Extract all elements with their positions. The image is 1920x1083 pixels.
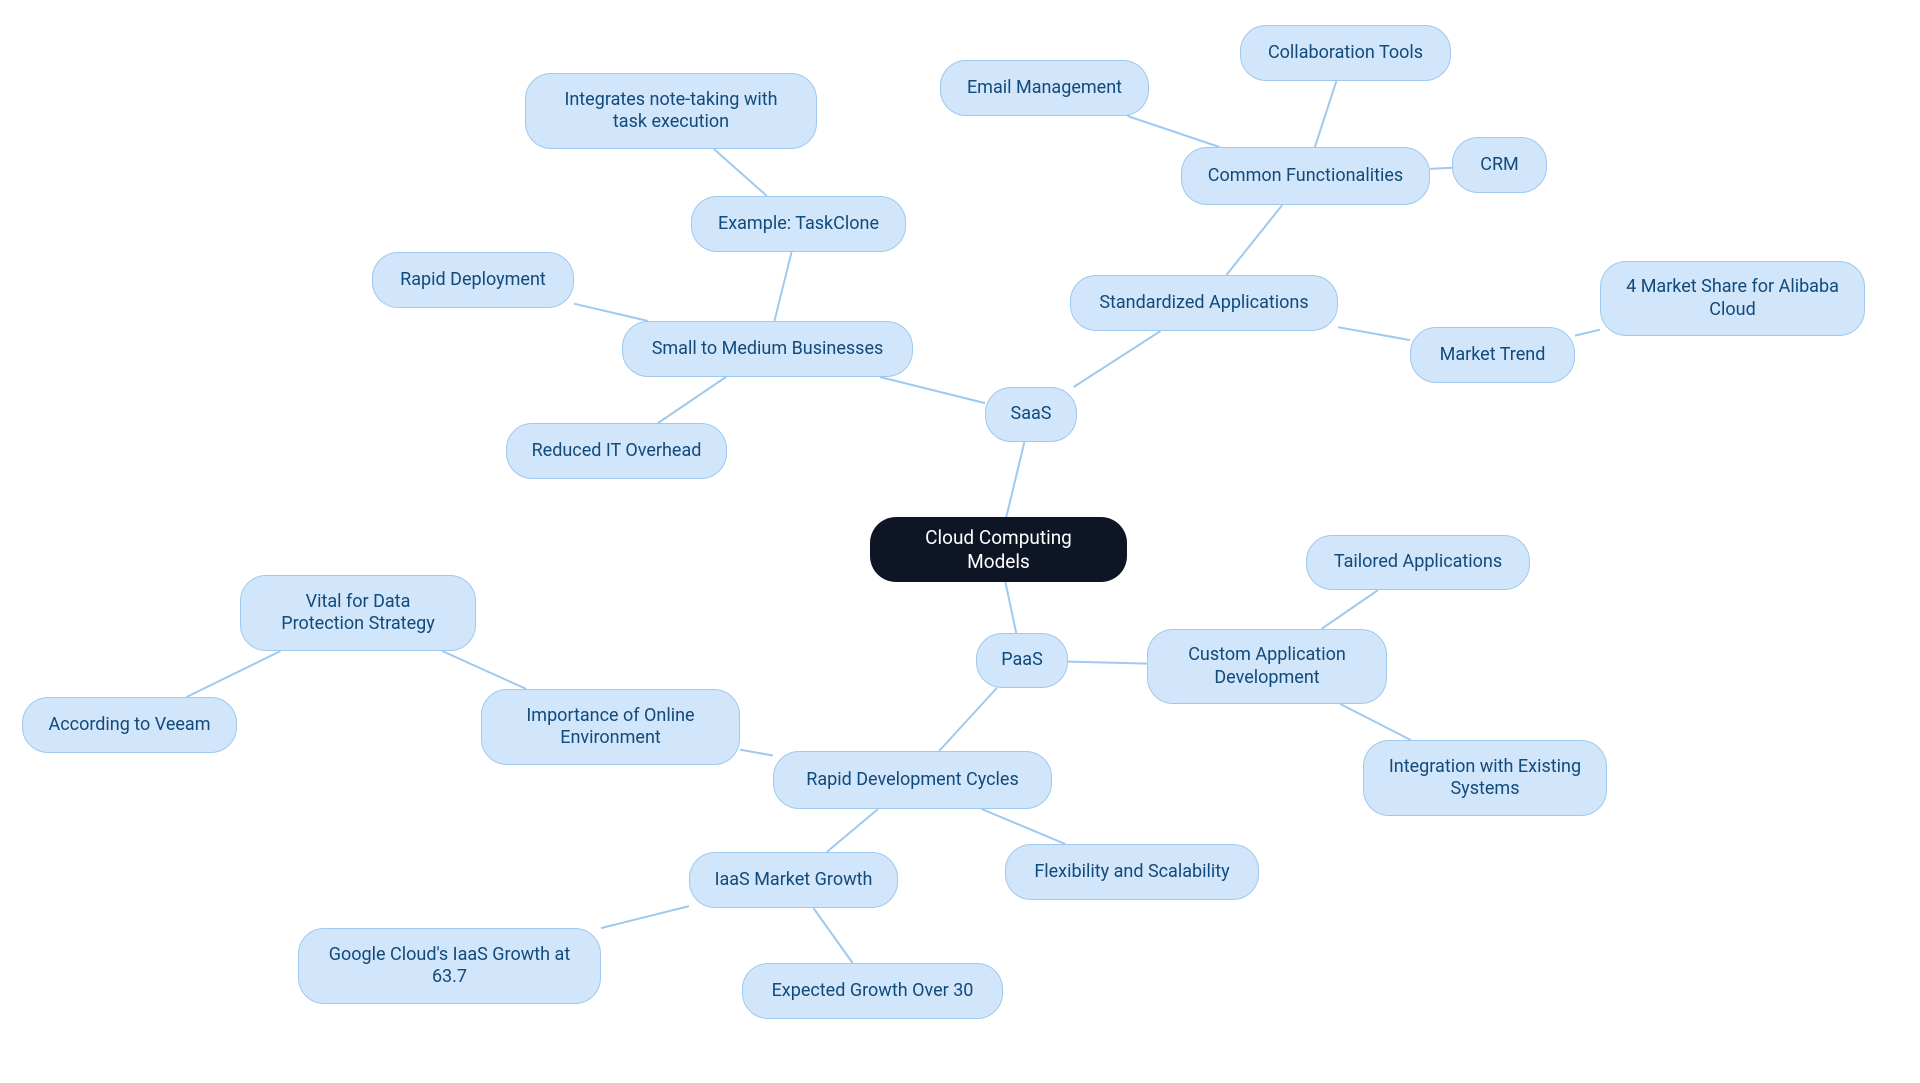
edge-commonfn-email xyxy=(1128,116,1220,147)
node-common-functionalities[interactable]: Common Functionalities xyxy=(1181,147,1430,205)
node-email-management[interactable]: Email Management xyxy=(940,60,1149,116)
edge-smb-taskclone xyxy=(774,252,791,321)
edge-iaasgrowth-gcp637 xyxy=(601,906,689,928)
edge-smb-rapiddeploy xyxy=(574,304,648,321)
edge-commonfn-collab xyxy=(1315,81,1337,147)
edge-rapidcycles-flexscale xyxy=(982,809,1065,844)
node-expected-growth-over-30[interactable]: Expected Growth Over 30 xyxy=(742,963,1003,1019)
node-saas[interactable]: SaaS xyxy=(985,387,1077,442)
node-rapid-deployment[interactable]: Rapid Deployment xyxy=(372,252,574,308)
edge-customdev-integration xyxy=(1340,704,1410,740)
edge-onlineenv-vitalprot xyxy=(442,651,526,689)
edge-paas-customdev xyxy=(1068,662,1147,664)
edge-rapidcycles-iaasgrowth xyxy=(827,809,878,852)
node-paas[interactable]: PaaS xyxy=(976,633,1068,688)
node-alibaba-share[interactable]: 4 Market Share for Alibaba Cloud xyxy=(1600,261,1865,336)
edge-root-paas xyxy=(1005,582,1016,633)
node-importance-online-environment[interactable]: Importance of Online Environment xyxy=(481,689,740,765)
node-market-trend[interactable]: Market Trend xyxy=(1410,327,1575,383)
edge-customdev-tailored xyxy=(1321,590,1378,629)
node-custom-application-development[interactable]: Custom Application Development xyxy=(1147,629,1387,704)
node-rapid-development-cycles[interactable]: Rapid Development Cycles xyxy=(773,751,1052,809)
edge-vitalprot-veeam xyxy=(187,651,281,697)
node-crm[interactable]: CRM xyxy=(1452,137,1547,193)
node-tailored-applications[interactable]: Tailored Applications xyxy=(1306,535,1530,590)
node-flexibility-and-scalability[interactable]: Flexibility and Scalability xyxy=(1005,844,1259,900)
node-root[interactable]: Cloud Computing Models xyxy=(870,517,1127,582)
node-integration-existing-systems[interactable]: Integration with Existing Systems xyxy=(1363,740,1607,816)
edge-commonfn-crm xyxy=(1430,168,1452,169)
node-reduced-it-overhead[interactable]: Reduced IT Overhead xyxy=(506,423,727,479)
node-standardized-applications[interactable]: Standardized Applications xyxy=(1070,275,1338,331)
node-iaas-market-growth[interactable]: IaaS Market Growth xyxy=(689,852,898,908)
edge-paas-rapidcycles xyxy=(939,688,997,751)
edge-stdapps-commonfn xyxy=(1226,205,1282,275)
edge-saas-smb xyxy=(880,377,985,403)
node-vital-data-protection-strategy[interactable]: Vital for Data Protection Strategy xyxy=(240,575,476,651)
edge-iaasgrowth-expgrowth30 xyxy=(813,908,852,963)
node-google-cloud-iaas-637[interactable]: Google Cloud's IaaS Growth at 63.7 xyxy=(298,928,601,1004)
edge-saas-stdapps xyxy=(1074,331,1161,387)
edge-root-saas xyxy=(1006,442,1024,517)
edge-smb-redit xyxy=(658,377,726,423)
node-smb[interactable]: Small to Medium Businesses xyxy=(622,321,913,377)
node-example-taskclone[interactable]: Example: TaskClone xyxy=(691,196,906,252)
node-collaboration-tools[interactable]: Collaboration Tools xyxy=(1240,25,1451,81)
mindmap-canvas: Cloud Computing Models SaaS Standardized… xyxy=(0,0,1920,1083)
edge-taskclone-integratenotes xyxy=(714,149,767,196)
node-integrates-note-taking[interactable]: Integrates note-taking with task executi… xyxy=(525,73,817,149)
edge-stdapps-markettrend xyxy=(1338,327,1410,340)
node-according-to-veeam[interactable]: According to Veeam xyxy=(22,697,237,753)
edge-markettrend-alibaba xyxy=(1575,330,1600,336)
edge-rapidcycles-onlineenv xyxy=(740,750,773,756)
